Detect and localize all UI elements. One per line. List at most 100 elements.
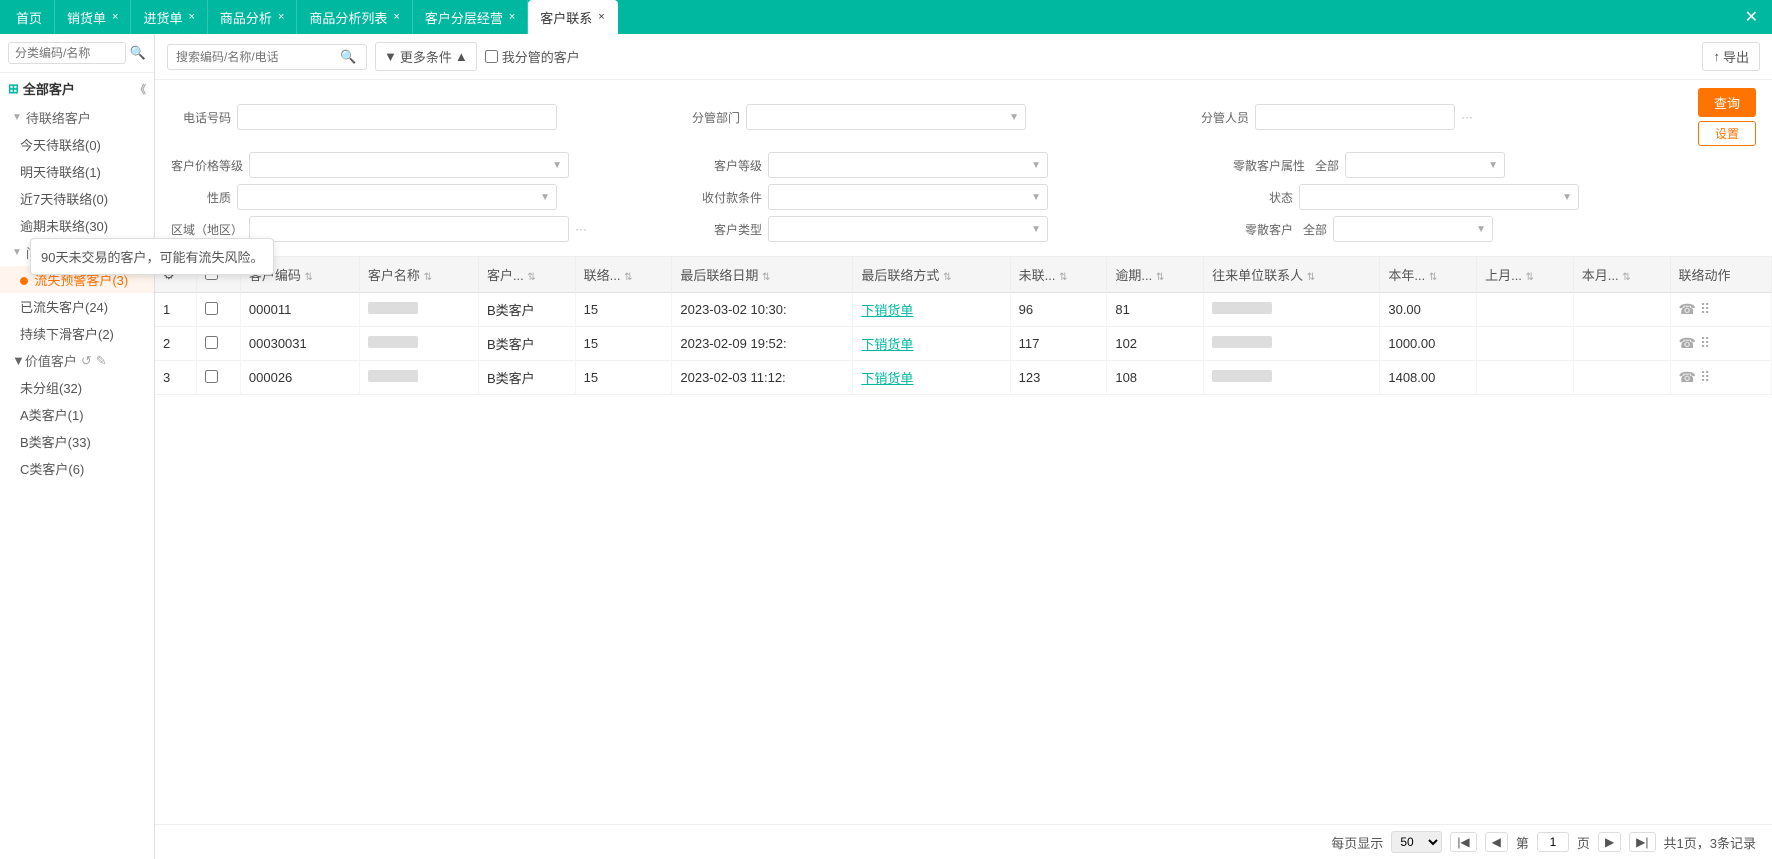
filter-select-customer-type[interactable]: ▼ <box>768 216 1048 242</box>
more-action-icon[interactable]: ⠿ <box>1700 301 1710 318</box>
table-row: 3 000026 B类客户 15 2023-02-03 11:12: 下销货单 … <box>155 361 1772 395</box>
settings-button[interactable]: 设置 <box>1698 121 1756 146</box>
sidebar-item-class-a[interactable]: A类客户(1) <box>0 401 154 428</box>
filter-label-customer-level: 客户等级 <box>702 157 762 174</box>
chevron-down-icon-8: ▼ <box>1031 224 1041 235</box>
contact-icon[interactable]: ☎ <box>1679 301 1696 318</box>
th-customer-level[interactable]: 客户... ⇅ <box>478 257 575 293</box>
sidebar-item-declining[interactable]: 持续下滑客户(2) <box>0 320 154 347</box>
per-page-label: 每页显示 <box>1331 833 1383 852</box>
cell-last-method[interactable]: 下销货单 <box>853 361 1010 395</box>
more-action-icon[interactable]: ⠿ <box>1700 335 1710 352</box>
my-customers-checkbox-label[interactable]: 我分管的客户 <box>485 47 580 66</box>
sidebar-item-overdue-pending[interactable]: 逾期未联络(30) <box>0 212 154 239</box>
last-page-btn[interactable]: ▶| <box>1629 832 1655 852</box>
cell-checkbox[interactable] <box>196 327 240 361</box>
per-page-select[interactable]: 50 100 <box>1391 831 1442 853</box>
filter-label-gender: 性质 <box>171 189 231 206</box>
filter-select-customer-level[interactable]: ▼ <box>768 152 1048 178</box>
sort-icon-last-month: ⇅ <box>1526 272 1534 283</box>
row-checkbox[interactable] <box>205 370 218 383</box>
tab-close-purchase-order[interactable]: × <box>188 11 194 23</box>
sidebar-search-input[interactable] <box>8 42 126 64</box>
prev-page-btn[interactable]: ◀ <box>1485 832 1508 852</box>
tab-close-sales-order[interactable]: × <box>112 11 118 23</box>
sidebar-item-ungrouped[interactable]: 未分组(32) <box>0 374 154 401</box>
filter-select-zero-customer[interactable]: ▼ <box>1333 216 1493 242</box>
chevron-down-icon: ▼ <box>1009 112 1019 123</box>
cell-checkbox[interactable] <box>196 361 240 395</box>
row-checkbox[interactable] <box>205 336 218 349</box>
contact-icon[interactable]: ☎ <box>1679 335 1696 352</box>
sidebar-item-7days-pending[interactable]: 近7天待联络(0) <box>0 185 154 212</box>
sidebar-item-class-c[interactable]: C类客户(6) <box>0 455 154 482</box>
tab-sales-order[interactable]: 销货单 × <box>55 0 131 34</box>
sidebar-item-churned[interactable]: 已流失客户(24) <box>0 293 154 320</box>
filter-region-more-btn[interactable]: ··· <box>575 222 587 236</box>
row-checkbox[interactable] <box>205 302 218 315</box>
th-name[interactable]: 客户名称 ⇅ <box>359 257 478 293</box>
edit-icon[interactable]: ✎ <box>96 353 107 369</box>
cell-index: 1 <box>155 293 196 327</box>
cell-checkbox[interactable] <box>196 293 240 327</box>
main-search-input[interactable] <box>176 50 336 64</box>
cell-last-method[interactable]: 下销货单 <box>853 293 1010 327</box>
tab-purchase-order[interactable]: 进货单 × <box>131 0 207 34</box>
th-last-contact-date[interactable]: 最后联络日期 ⇅ <box>672 257 853 293</box>
window-close-button[interactable]: ✕ <box>1735 7 1768 27</box>
filter-select-dept[interactable]: ▼ <box>746 104 1026 130</box>
th-contacts[interactable]: 往来单位联系人 ⇅ <box>1204 257 1380 293</box>
tab-close-product-analysis-list[interactable]: × <box>393 11 399 23</box>
refresh-icon[interactable]: ↺ <box>81 353 92 369</box>
filter-field-customer-type: 客户类型 ▼ <box>702 216 1225 242</box>
query-settings-group: 查询 设置 <box>1698 88 1756 146</box>
cell-last-method[interactable]: 下销货单 <box>853 327 1010 361</box>
tab-home[interactable]: 首页 <box>4 0 55 34</box>
th-year-amount[interactable]: 本年... ⇅ <box>1380 257 1477 293</box>
table-row: 1 000011 B类客户 15 2023-03-02 10:30: 下销货单 … <box>155 293 1772 327</box>
filter-more-btn[interactable]: ··· <box>1461 110 1473 124</box>
filter-select-region[interactable] <box>249 216 569 242</box>
tab-customer-segment[interactable]: 客户分层经营 × <box>413 0 528 34</box>
filter-select-manager[interactable] <box>1255 104 1455 130</box>
main-search-icon[interactable]: 🔍 <box>340 49 356 65</box>
filter-row-2: 客户价格等级 ▼ 客户等级 ▼ 零散客户属性 全部 ▼ <box>171 152 1756 178</box>
more-action-icon[interactable]: ⠿ <box>1700 369 1710 386</box>
tab-product-analysis-list[interactable]: 商品分析列表 × <box>297 0 412 34</box>
contact-icon[interactable]: ☎ <box>1679 369 1696 386</box>
arrow-icon-2: ▼ <box>12 247 22 258</box>
next-page-btn[interactable]: ▶ <box>1598 832 1621 852</box>
sidebar-item-tomorrow-pending[interactable]: 明天待联络(1) <box>0 158 154 185</box>
sidebar-item-today-pending[interactable]: 今天待联络(0) <box>0 131 154 158</box>
all-customers-header[interactable]: ⊞ 全部客户 《 <box>0 73 154 104</box>
filter-select-gender[interactable]: ▼ <box>237 184 557 210</box>
tab-close-customer-contact[interactable]: × <box>598 11 604 23</box>
th-contact-count[interactable]: 联络... ⇅ <box>575 257 672 293</box>
sidebar-search-area: 🔍 <box>0 34 154 73</box>
query-button[interactable]: 查询 <box>1698 88 1756 117</box>
filter-select-status[interactable]: ▼ <box>1299 184 1579 210</box>
sidebar-item-class-b[interactable]: B类客户(33) <box>0 428 154 455</box>
sidebar-group-pending[interactable]: ▼ 待联络客户 <box>0 104 154 131</box>
tab-close-customer-segment[interactable]: × <box>509 11 515 23</box>
filter-select-zero-sale-attr[interactable]: ▼ <box>1345 152 1505 178</box>
th-last-contact-method[interactable]: 最后联络方式 ⇅ <box>853 257 1010 293</box>
th-last-month[interactable]: 上月... ⇅ <box>1477 257 1574 293</box>
tab-product-analysis[interactable]: 商品分析 × <box>208 0 297 34</box>
my-customers-checkbox[interactable] <box>485 50 498 63</box>
filter-input-phone[interactable] <box>237 104 557 130</box>
filter-field-phone: 电话号码 <box>171 104 672 130</box>
first-page-btn[interactable]: |◀ <box>1450 832 1476 852</box>
page-input[interactable] <box>1537 832 1569 852</box>
more-conditions-btn[interactable]: ▼ 更多条件 ▲ <box>375 42 477 71</box>
th-this-month[interactable]: 本月... ⇅ <box>1573 257 1670 293</box>
tab-customer-contact[interactable]: 客户联系 × <box>528 0 617 34</box>
filter-select-payment[interactable]: ▼ <box>768 184 1048 210</box>
tab-close-product-analysis[interactable]: × <box>278 11 284 23</box>
th-uncontacted[interactable]: 未联... ⇅ <box>1010 257 1107 293</box>
th-overdue[interactable]: 逾期... ⇅ <box>1107 257 1204 293</box>
bottom-bar: 每页显示 50 100 |◀ ◀ 第 页 ▶ ▶| 共1页，3条记录 <box>155 824 1772 859</box>
export-btn[interactable]: ↑ 导出 <box>1702 42 1760 71</box>
filter-select-price-level[interactable]: ▼ <box>249 152 569 178</box>
filter-field-price-level: 客户价格等级 ▼ <box>171 152 694 178</box>
